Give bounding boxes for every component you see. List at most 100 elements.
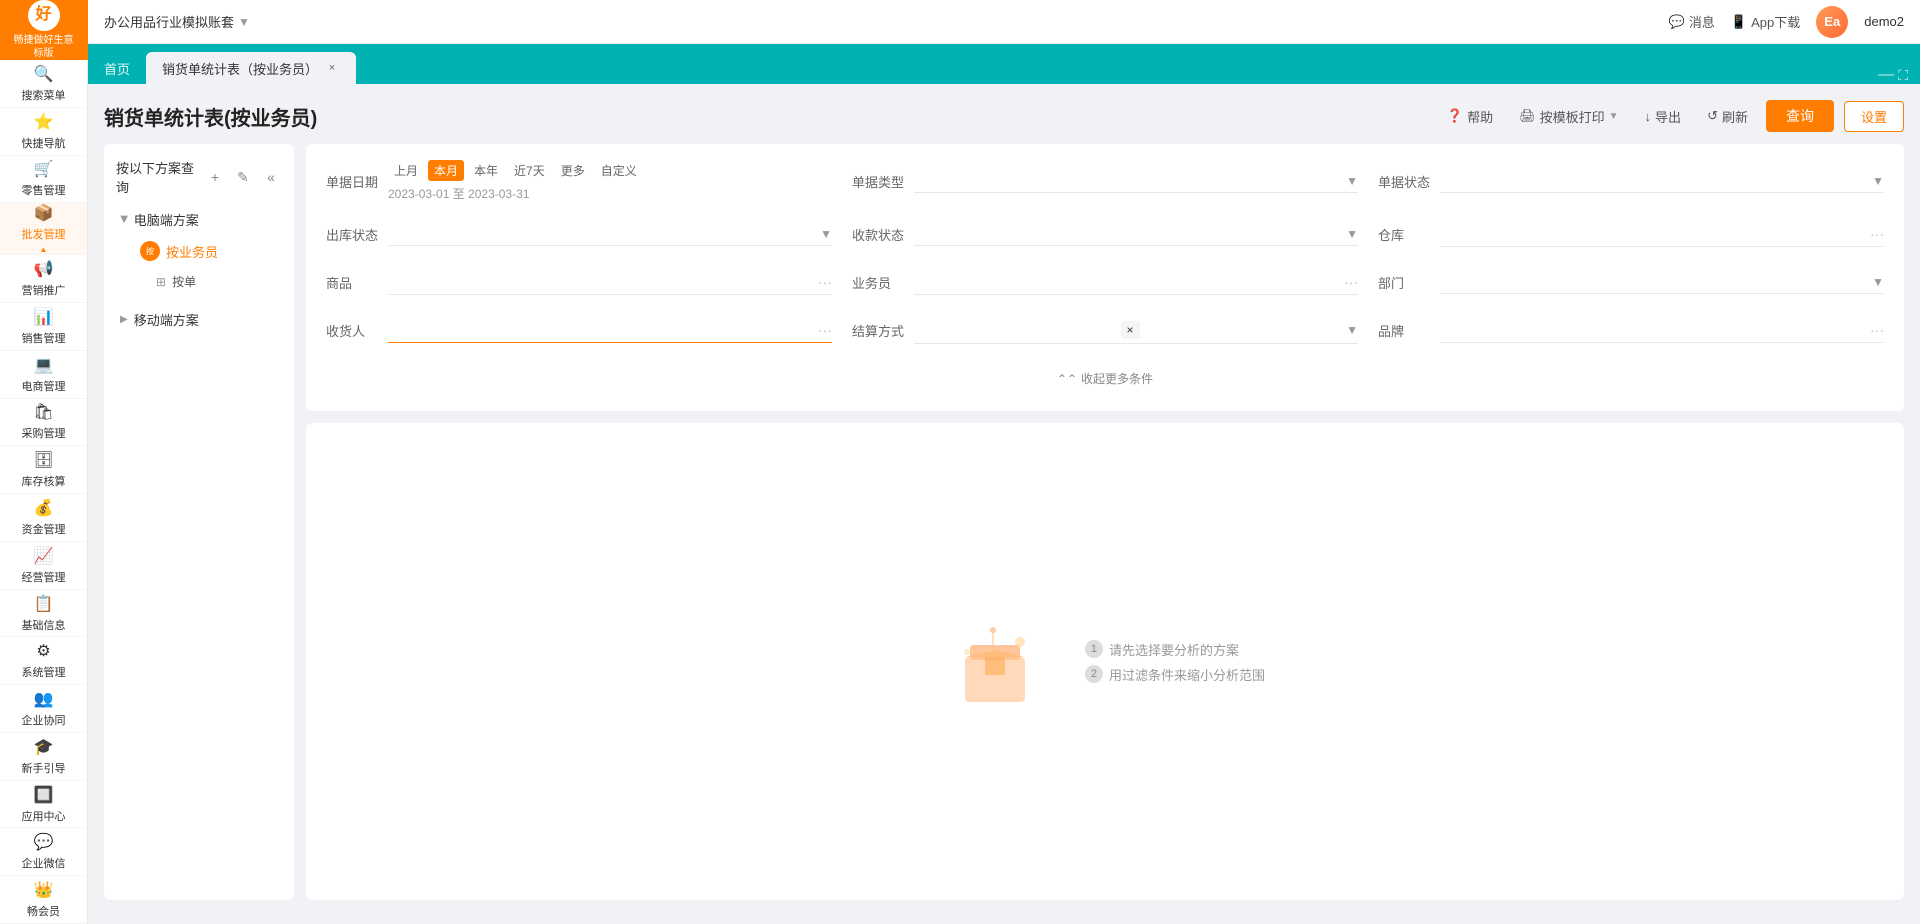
sidebar-item-basic-info[interactable]: 📋 基础信息: [0, 590, 87, 638]
refresh-button[interactable]: ↺ 刷新: [1699, 103, 1756, 130]
sidebar-item-wechat[interactable]: 💬 企业微信: [0, 828, 87, 876]
tab-report-label: 销货单统计表（按业务员）: [162, 59, 318, 78]
date-tab-this-month[interactable]: 本月: [428, 160, 464, 181]
help-button[interactable]: ❓ 帮助: [1439, 103, 1501, 130]
hint-num-1: 1: [1085, 640, 1103, 658]
tab-home[interactable]: 首页: [88, 52, 146, 84]
empty-hint-2: 2 用过滤条件来缩小分析范围: [1085, 665, 1265, 684]
app-download-action[interactable]: 📱 App下载: [1731, 12, 1800, 31]
collection-select[interactable]: ▼: [914, 223, 1358, 246]
sidebar-item-member[interactable]: 👑 畅会员: [0, 876, 87, 924]
sidebar-operations-label: 经营管理: [22, 569, 66, 585]
message-icon: 💬: [1669, 14, 1685, 30]
sidebar-item-retail[interactable]: 🛒 零售管理: [0, 156, 87, 204]
order-sub-icon: ⊞: [156, 275, 166, 289]
doc-status-select[interactable]: ▼: [1440, 170, 1884, 193]
sidebar-wholesale-label: 批发管理: [22, 226, 66, 242]
doc-type-select[interactable]: ▼: [914, 170, 1358, 193]
print-button[interactable]: 🖨 按模板打印 ▼: [1511, 103, 1626, 130]
edit-scheme-button[interactable]: ✎: [232, 166, 254, 188]
department-arrow: ▼: [1872, 275, 1884, 289]
marketing-icon: 📢: [34, 259, 54, 279]
sidebar-guide-label: 新手引导: [22, 760, 66, 776]
tab-bar: 首页 销货单统计表（按业务员） × — ⛶: [88, 44, 1920, 84]
filter-item-receiver: 收货人 ···: [326, 314, 832, 346]
page-title: 销货单统计表(按业务员): [104, 102, 317, 131]
filter-item-settlement: 结算方式 × ▼: [852, 314, 1358, 346]
salesperson-select[interactable]: ···: [914, 270, 1358, 295]
tree-item-by-order[interactable]: ⊞ 按单: [112, 267, 286, 296]
filter-item-goods: 商品 ···: [326, 266, 832, 298]
add-icon: +: [211, 169, 219, 185]
date-tab-more[interactable]: 更多: [555, 160, 591, 181]
sidebar-item-operations[interactable]: 📈 经营管理: [0, 542, 87, 590]
tree-mobile-section: ▶ 移动端方案: [104, 304, 294, 335]
sidebar-item-inventory[interactable]: 🗄 库存核算: [0, 446, 87, 494]
receiver-select[interactable]: ···: [388, 318, 832, 343]
collapse-icon: «: [267, 169, 275, 185]
sidebar-item-purchase[interactable]: 🛍 采购管理: [0, 399, 87, 447]
sidebar-item-guide[interactable]: 🎓 新手引导: [0, 733, 87, 781]
collapse-panel-button[interactable]: «: [260, 166, 282, 188]
date-tab-last-month[interactable]: 上月: [388, 160, 424, 181]
topbar: 办公用品行业模拟账套 ▼ 💬 消息 📱 App下载 Ea demo2: [88, 0, 1920, 44]
date-tab-custom[interactable]: 自定义: [595, 160, 643, 181]
export-button[interactable]: ↓ 导出: [1637, 103, 1690, 130]
sidebar-purchase-label: 采购管理: [22, 425, 66, 441]
username-label[interactable]: demo2: [1864, 14, 1904, 29]
tree-mobile-parent[interactable]: ▶ 移动端方案: [112, 304, 286, 335]
outbound-select[interactable]: ▼: [388, 223, 832, 246]
tab-report[interactable]: 销货单统计表（按业务员） ×: [146, 52, 356, 84]
sidebar-item-appcenter[interactable]: 🔲 应用中心: [0, 781, 87, 829]
tree-order-label: 按单: [172, 273, 196, 290]
date-range-display: 2023-03-01 至 2023-03-31: [388, 185, 832, 202]
wechat-icon: 💬: [34, 832, 54, 852]
content-area: 按以下方案查询 + ✎ « ▶: [104, 144, 1904, 900]
user-avatar[interactable]: Ea: [1816, 6, 1848, 38]
sidebar-item-quicknav[interactable]: ⭐ 快捷导航: [0, 108, 87, 156]
tree-item-by-salesperson[interactable]: 按 按业务员: [112, 235, 286, 267]
collapse-button[interactable]: ⌃⌃ 收起更多条件: [1045, 366, 1165, 391]
sidebar-item-sales[interactable]: 📊 销售管理: [0, 303, 87, 351]
doc-status-label: 单据状态: [1378, 172, 1432, 191]
print-dropdown-arrow: ▼: [1609, 111, 1619, 122]
doc-type-arrow: ▼: [1346, 174, 1358, 188]
tree-desktop-parent[interactable]: ▶ 电脑端方案: [112, 204, 286, 235]
tree-mobile-label: 移动端方案: [134, 310, 199, 329]
tab-close-button[interactable]: ×: [324, 60, 340, 76]
sidebar-item-wholesale[interactable]: 📦 批发管理 ▲: [0, 203, 87, 255]
settlement-arrow: ▼: [1346, 323, 1358, 337]
sidebar-item-enterprise[interactable]: 👥 企业协同: [0, 685, 87, 733]
date-tab-this-year[interactable]: 本年: [468, 160, 504, 181]
settings-button[interactable]: 设置: [1844, 101, 1904, 132]
settlement-badge-close[interactable]: ×: [1127, 323, 1134, 337]
empty-hint-2-text: 用过滤条件来缩小分析范围: [1109, 665, 1265, 684]
sidebar-item-search[interactable]: 🔍 搜索菜单: [0, 60, 87, 108]
tab-home-label: 首页: [104, 59, 130, 78]
settlement-select[interactable]: × ▼: [914, 317, 1358, 344]
sidebar-item-finance[interactable]: 💰 资金管理: [0, 494, 87, 542]
sidebar-item-ecommerce[interactable]: 💻 电商管理: [0, 351, 87, 399]
doc-status-arrow: ▼: [1872, 174, 1884, 188]
query-button[interactable]: 查询: [1766, 100, 1834, 132]
department-select[interactable]: ▼: [1440, 271, 1884, 294]
topbar-account-title[interactable]: 办公用品行业模拟账套 ▼: [104, 12, 250, 31]
filter-item-doc-type: 单据类型 ▼: [852, 160, 1358, 202]
sidebar-enterprise-label: 企业协同: [22, 712, 66, 728]
inventory-icon: 🗄: [33, 450, 53, 470]
goods-select[interactable]: ···: [388, 270, 832, 295]
sidebar-marketing-label: 营销推广: [22, 282, 66, 298]
app-logo[interactable]: 好 畅捷做好生意 标版: [0, 0, 88, 60]
minimize-window-button[interactable]: —: [1878, 66, 1894, 84]
warehouse-select[interactable]: ···: [1440, 222, 1884, 247]
brand-select[interactable]: ···: [1440, 318, 1884, 343]
add-scheme-button[interactable]: +: [204, 166, 226, 188]
message-action[interactable]: 💬 消息: [1669, 12, 1715, 31]
message-label: 消息: [1689, 12, 1715, 31]
filter-card: 单据日期 上月 本月 本年 近7天 更多 自定义 20: [306, 144, 1904, 411]
date-tab-7days[interactable]: 近7天: [508, 160, 551, 181]
filter-row-4: 收货人 ··· 结算方式 ×: [326, 314, 1884, 346]
sidebar-item-marketing[interactable]: 📢 营销推广: [0, 255, 87, 303]
maximize-window-button[interactable]: ⛶: [1898, 67, 1908, 84]
sidebar-item-system[interactable]: ⚙ 系统管理: [0, 637, 87, 685]
